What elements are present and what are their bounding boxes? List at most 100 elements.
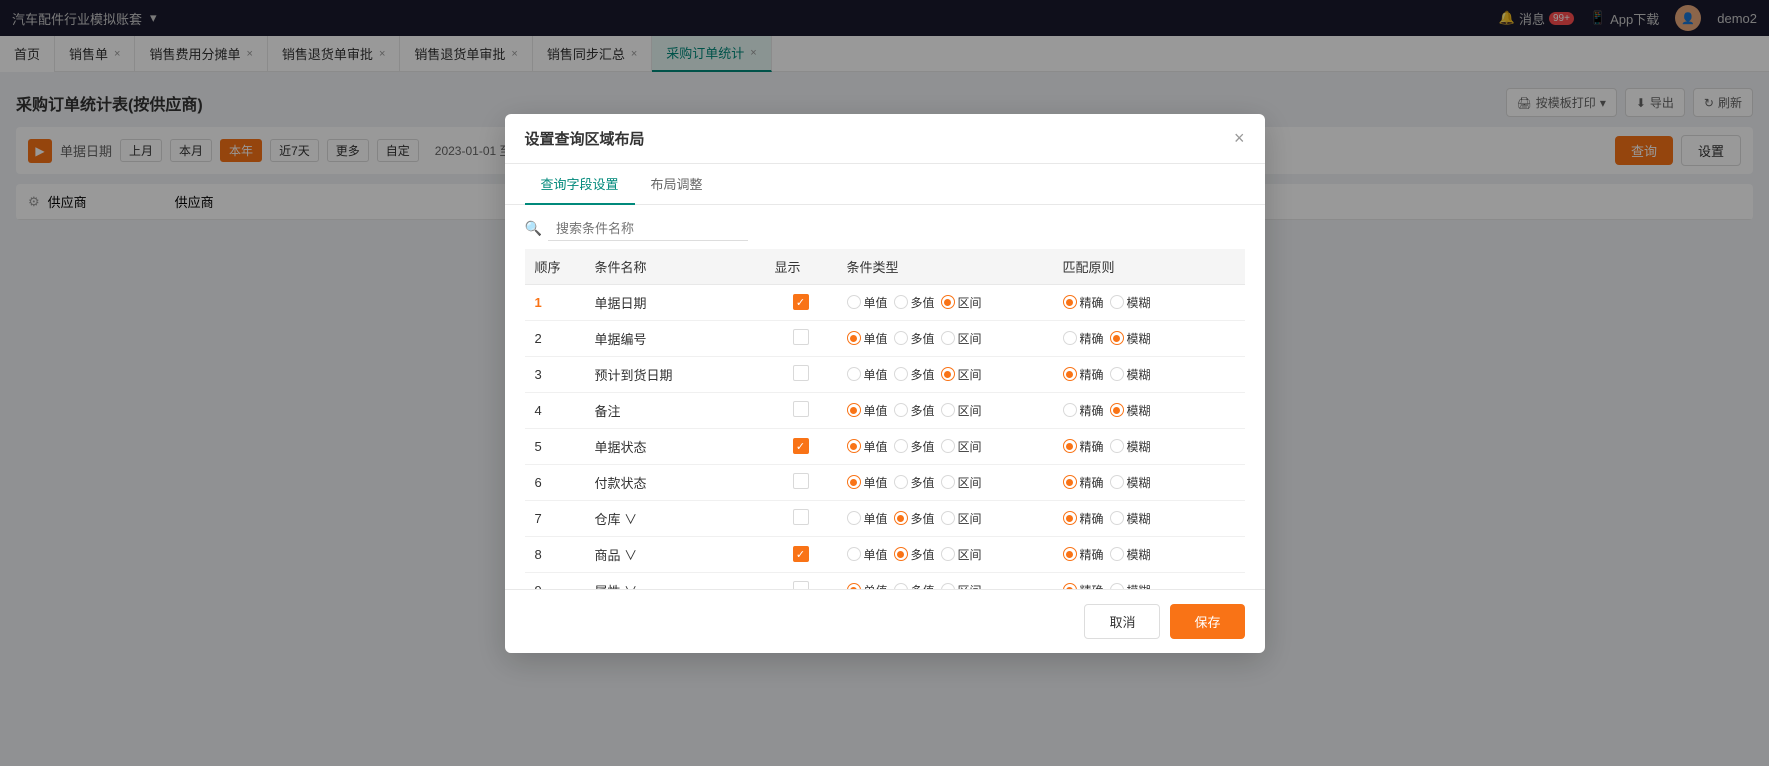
th-type: 条件类型 (837, 249, 1053, 285)
radio-type-多值[interactable]: 多值 (894, 366, 935, 383)
radio-type-单值[interactable]: 单值 (847, 366, 888, 383)
radio-match-精确[interactable]: 精确 (1063, 366, 1104, 383)
row-order: 6 (525, 464, 585, 500)
radio-match-模糊[interactable]: 模糊 (1110, 330, 1151, 347)
radio-match-模糊[interactable]: 模糊 (1110, 474, 1151, 491)
radio-type-多值[interactable]: 多值 (894, 402, 935, 419)
checkbox[interactable] (793, 546, 809, 562)
radio-dot (1110, 403, 1124, 417)
radio-dot (894, 547, 908, 561)
radio-type-区间[interactable]: 区间 (941, 294, 982, 311)
radio-type-区间[interactable]: 区间 (941, 546, 982, 563)
row-type-options: 单值多值区间 (837, 500, 1053, 536)
row-type-options: 单值多值区间 (837, 392, 1053, 428)
radio-match-模糊[interactable]: 模糊 (1110, 438, 1151, 455)
checkbox[interactable] (793, 365, 809, 381)
radio-type-区间[interactable]: 区间 (941, 366, 982, 383)
radio-type-单值[interactable]: 单值 (847, 438, 888, 455)
checkbox[interactable] (793, 581, 809, 589)
radio-dot (1110, 331, 1124, 345)
radio-match-模糊[interactable]: 模糊 (1110, 294, 1151, 311)
radio-dot (847, 475, 861, 489)
radio-dot (941, 295, 955, 309)
row-show-checkbox[interactable] (765, 572, 837, 589)
radio-match-模糊[interactable]: 模糊 (1110, 546, 1151, 563)
radio-match-精确[interactable]: 精确 (1063, 438, 1104, 455)
dialog-tab-layout[interactable]: 布局调整 (635, 164, 719, 205)
radio-match-精确[interactable]: 精确 (1063, 582, 1104, 589)
row-type-options: 单值多值区间 (837, 320, 1053, 356)
th-match: 匹配原则 (1053, 249, 1245, 285)
row-match-options: 精确模糊 (1053, 392, 1245, 428)
checkbox[interactable] (793, 329, 809, 345)
radio-match-精确[interactable]: 精确 (1063, 330, 1104, 347)
radio-type-单值[interactable]: 单值 (847, 294, 888, 311)
checkbox[interactable] (793, 401, 809, 417)
row-order: 8 (525, 536, 585, 572)
radio-type-区间[interactable]: 区间 (941, 474, 982, 491)
row-show-checkbox[interactable] (765, 536, 837, 572)
radio-dot (1063, 331, 1077, 345)
radio-match-精确[interactable]: 精确 (1063, 510, 1104, 527)
radio-dot (847, 367, 861, 381)
row-show-checkbox[interactable] (765, 356, 837, 392)
radio-match-精确[interactable]: 精确 (1063, 546, 1104, 563)
row-match-options: 精确模糊 (1053, 284, 1245, 320)
radio-type-单值[interactable]: 单值 (847, 510, 888, 527)
row-show-checkbox[interactable] (765, 428, 837, 464)
row-show-checkbox[interactable] (765, 392, 837, 428)
row-condition-name: 付款状态 (585, 464, 765, 500)
th-name: 条件名称 (585, 249, 765, 285)
radio-type-区间[interactable]: 区间 (941, 510, 982, 527)
th-order: 顺序 (525, 249, 585, 285)
search-icon: 🔍 (525, 220, 542, 237)
cancel-button[interactable]: 取消 (1084, 604, 1160, 639)
radio-type-多值[interactable]: 多值 (894, 474, 935, 491)
table-row: 3预计到货日期单值多值区间精确模糊 (525, 356, 1245, 392)
row-type-options: 单值多值区间 (837, 284, 1053, 320)
radio-dot (941, 331, 955, 345)
radio-match-模糊[interactable]: 模糊 (1110, 366, 1151, 383)
row-condition-name: 单据日期 (585, 284, 765, 320)
row-show-checkbox[interactable] (765, 284, 837, 320)
radio-type-单值[interactable]: 单值 (847, 330, 888, 347)
radio-type-多值[interactable]: 多值 (894, 546, 935, 563)
radio-type-单值[interactable]: 单值 (847, 402, 888, 419)
radio-type-区间[interactable]: 区间 (941, 582, 982, 589)
radio-type-多值[interactable]: 多值 (894, 330, 935, 347)
radio-match-模糊[interactable]: 模糊 (1110, 582, 1151, 589)
search-input[interactable] (548, 217, 748, 241)
row-show-checkbox[interactable] (765, 464, 837, 500)
checkbox[interactable] (793, 509, 809, 525)
row-show-checkbox[interactable] (765, 320, 837, 356)
dialog-overlay: 设置查询区域布局 × 查询字段设置 布局调整 🔍 (0, 0, 1769, 766)
radio-type-多值[interactable]: 多值 (894, 582, 935, 589)
radio-match-精确[interactable]: 精确 (1063, 294, 1104, 311)
radio-dot (894, 439, 908, 453)
row-show-checkbox[interactable] (765, 500, 837, 536)
radio-match-模糊[interactable]: 模糊 (1110, 402, 1151, 419)
radio-type-多值[interactable]: 多值 (894, 438, 935, 455)
dialog-tab-query-fields[interactable]: 查询字段设置 (525, 164, 635, 205)
checkbox[interactable] (793, 294, 809, 310)
radio-type-区间[interactable]: 区间 (941, 330, 982, 347)
radio-dot (1063, 295, 1077, 309)
radio-type-单值[interactable]: 单值 (847, 546, 888, 563)
radio-type-多值[interactable]: 多值 (894, 294, 935, 311)
radio-type-区间[interactable]: 区间 (941, 438, 982, 455)
checkbox[interactable] (793, 473, 809, 489)
radio-type-多值[interactable]: 多值 (894, 510, 935, 527)
checkbox[interactable] (793, 438, 809, 454)
dialog-close-button[interactable]: × (1234, 129, 1245, 147)
radio-type-单值[interactable]: 单值 (847, 582, 888, 589)
radio-type-单值[interactable]: 单值 (847, 474, 888, 491)
conditions-table-body: 1单据日期单值多值区间精确模糊2单据编号单值多值区间精确模糊3预计到货日期单值多… (525, 284, 1245, 589)
radio-match-模糊[interactable]: 模糊 (1110, 510, 1151, 527)
radio-match-精确[interactable]: 精确 (1063, 402, 1104, 419)
save-button[interactable]: 保存 (1170, 604, 1244, 639)
radio-dot (1110, 295, 1124, 309)
row-condition-name: 备注 (585, 392, 765, 428)
radio-match-精确[interactable]: 精确 (1063, 474, 1104, 491)
radio-dot (847, 547, 861, 561)
radio-type-区间[interactable]: 区间 (941, 402, 982, 419)
